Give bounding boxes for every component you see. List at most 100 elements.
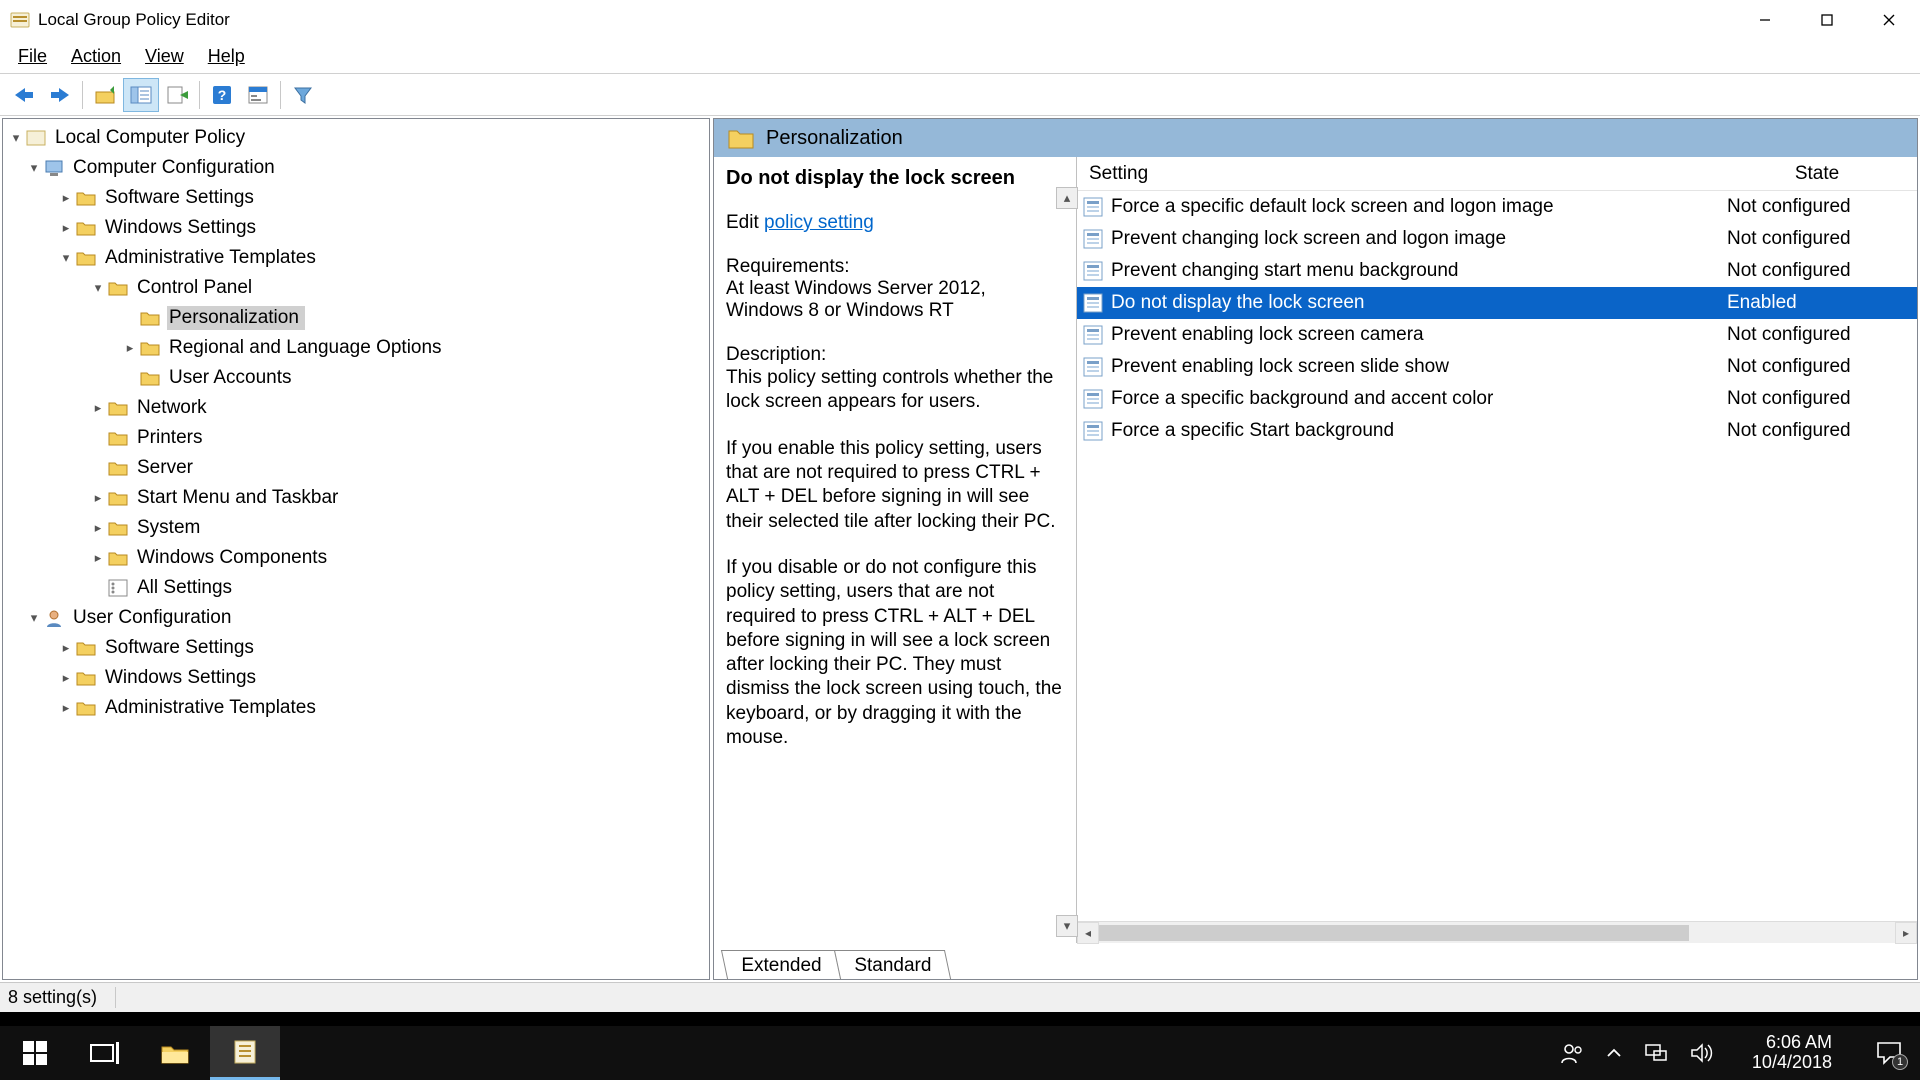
maximize-button[interactable] <box>1796 0 1858 40</box>
menu-file[interactable]: File <box>6 42 59 71</box>
policy-item-icon <box>1083 325 1103 345</box>
people-icon[interactable] <box>1560 1041 1584 1065</box>
setting-row[interactable]: Prevent enabling lock screen slide showN… <box>1077 351 1917 383</box>
forward-button[interactable] <box>42 78 78 112</box>
folder-icon <box>107 457 129 479</box>
clock[interactable]: 6:06 AM 10/4/2018 <box>1736 1033 1848 1073</box>
settings-header[interactable]: Setting State <box>1077 157 1917 191</box>
menu-help[interactable]: Help <box>196 42 257 71</box>
tree-cc-software[interactable]: ▸ Software Settings <box>3 183 709 213</box>
setting-state: Not configured <box>1717 324 1917 346</box>
selected-policy-title: Do not display the lock screen <box>726 167 1066 190</box>
folder-icon <box>139 337 161 359</box>
setting-name: Prevent changing lock screen and logon i… <box>1111 228 1717 250</box>
setting-row[interactable]: Prevent changing start menu backgroundNo… <box>1077 255 1917 287</box>
network-icon[interactable] <box>1644 1043 1668 1063</box>
tree-user-configuration[interactable]: ▾ User Configuration <box>3 603 709 633</box>
tree-all-settings[interactable]: ▸ All Settings <box>3 573 709 603</box>
folder-icon <box>75 697 97 719</box>
setting-state: Enabled <box>1717 292 1917 314</box>
policy-icon <box>25 127 47 149</box>
requirements-body: At least Windows Server 2012, Windows 8 … <box>726 278 1066 322</box>
filter-button[interactable] <box>285 78 321 112</box>
column-state[interactable]: State <box>1717 163 1917 185</box>
tree-uc-software[interactable]: ▸ Software Settings <box>3 633 709 663</box>
back-button[interactable] <box>6 78 42 112</box>
main-content: ▾ Local Computer Policy ▾ Computer Confi… <box>0 116 1920 982</box>
scroll-left-button[interactable]: ◂ <box>1077 922 1099 944</box>
setting-name: Do not display the lock screen <box>1111 292 1717 314</box>
tree-computer-configuration[interactable]: ▾ Computer Configuration <box>3 153 709 183</box>
volume-icon[interactable] <box>1690 1043 1714 1063</box>
setting-row[interactable]: Prevent enabling lock screen cameraNot c… <box>1077 319 1917 351</box>
folder-icon <box>728 127 754 149</box>
close-button[interactable] <box>1858 0 1920 40</box>
tree-network[interactable]: ▸ Network <box>3 393 709 423</box>
tree-personalization[interactable]: ▸ Personalization <box>3 303 709 333</box>
edit-policy-link[interactable]: policy setting <box>764 212 874 233</box>
folder-icon <box>139 307 161 329</box>
tree-cc-admin[interactable]: ▾ Administrative Templates <box>3 243 709 273</box>
category-header: Personalization <box>714 119 1917 157</box>
svg-text:?: ? <box>218 87 227 103</box>
folder-icon <box>107 427 129 449</box>
policy-item-icon <box>1083 197 1103 217</box>
task-view-button[interactable] <box>70 1026 140 1080</box>
up-button[interactable] <box>87 78 123 112</box>
action-center-button[interactable]: 1 <box>1870 1034 1908 1072</box>
setting-row[interactable]: Force a specific default lock screen and… <box>1077 191 1917 223</box>
scrollbar-track[interactable] <box>1099 924 1895 942</box>
tree-system[interactable]: ▸ System <box>3 513 709 543</box>
setting-name: Force a specific background and accent c… <box>1111 388 1717 410</box>
window-controls <box>1734 0 1920 40</box>
clock-date: 10/4/2018 <box>1752 1053 1832 1073</box>
menu-view[interactable]: View <box>133 42 196 71</box>
minimize-button[interactable] <box>1734 0 1796 40</box>
setting-row[interactable]: Prevent changing lock screen and logon i… <box>1077 223 1917 255</box>
horizontal-scrollbar[interactable]: ◂ ▸ <box>1077 921 1917 943</box>
folder-icon <box>75 247 97 269</box>
tab-standard[interactable]: Standard <box>834 950 951 979</box>
setting-row[interactable]: Do not display the lock screenEnabled <box>1077 287 1917 319</box>
description-body: This policy setting controls whether the… <box>726 366 1066 750</box>
gpedit-taskbar-button[interactable] <box>210 1026 280 1080</box>
details-scroll-up[interactable]: ▴ <box>1056 187 1078 209</box>
policy-item-icon <box>1083 229 1103 249</box>
setting-state: Not configured <box>1717 196 1917 218</box>
setting-name: Prevent changing start menu background <box>1111 260 1717 282</box>
system-tray: 6:06 AM 10/4/2018 1 <box>1560 1033 1920 1073</box>
details-scroll-down[interactable]: ▾ <box>1056 915 1078 937</box>
setting-row[interactable]: Force a specific Start backgroundNot con… <box>1077 415 1917 447</box>
tree-user-accounts[interactable]: ▸ User Accounts <box>3 363 709 393</box>
tray-overflow-icon[interactable] <box>1606 1045 1622 1061</box>
settings-list[interactable]: Force a specific default lock screen and… <box>1077 191 1917 921</box>
scroll-right-button[interactable]: ▸ <box>1895 922 1917 944</box>
policy-item-icon <box>1083 389 1103 409</box>
tree-cc-windows[interactable]: ▸ Windows Settings <box>3 213 709 243</box>
tree-start-menu[interactable]: ▸ Start Menu and Taskbar <box>3 483 709 513</box>
tree-uc-admin[interactable]: ▸ Administrative Templates <box>3 693 709 723</box>
taskbar[interactable]: 6:06 AM 10/4/2018 1 <box>0 1026 1920 1080</box>
titlebar: Local Group Policy Editor <box>0 0 1920 40</box>
tree-panel[interactable]: ▾ Local Computer Policy ▾ Computer Confi… <box>2 118 710 980</box>
column-setting[interactable]: Setting <box>1077 163 1717 185</box>
properties-button[interactable] <box>240 78 276 112</box>
show-hide-tree-button[interactable] <box>123 78 159 112</box>
scrollbar-thumb[interactable] <box>1099 925 1689 941</box>
toolbar: ? <box>0 74 1920 116</box>
menu-action[interactable]: Action <box>59 42 133 71</box>
help-button[interactable]: ? <box>204 78 240 112</box>
file-explorer-button[interactable] <box>140 1026 210 1080</box>
tree-printers[interactable]: ▸ Printers <box>3 423 709 453</box>
start-button[interactable] <box>0 1026 70 1080</box>
setting-name: Prevent enabling lock screen camera <box>1111 324 1717 346</box>
tree-control-panel[interactable]: ▾ Control Panel <box>3 273 709 303</box>
tree-server[interactable]: ▸ Server <box>3 453 709 483</box>
export-button[interactable] <box>159 78 195 112</box>
setting-row[interactable]: Force a specific background and accent c… <box>1077 383 1917 415</box>
tree-root[interactable]: ▾ Local Computer Policy <box>3 123 709 153</box>
tree-windows-components[interactable]: ▸ Windows Components <box>3 543 709 573</box>
tab-extended[interactable]: Extended <box>721 950 841 979</box>
tree-uc-windows[interactable]: ▸ Windows Settings <box>3 663 709 693</box>
tree-regional[interactable]: ▸ Regional and Language Options <box>3 333 709 363</box>
